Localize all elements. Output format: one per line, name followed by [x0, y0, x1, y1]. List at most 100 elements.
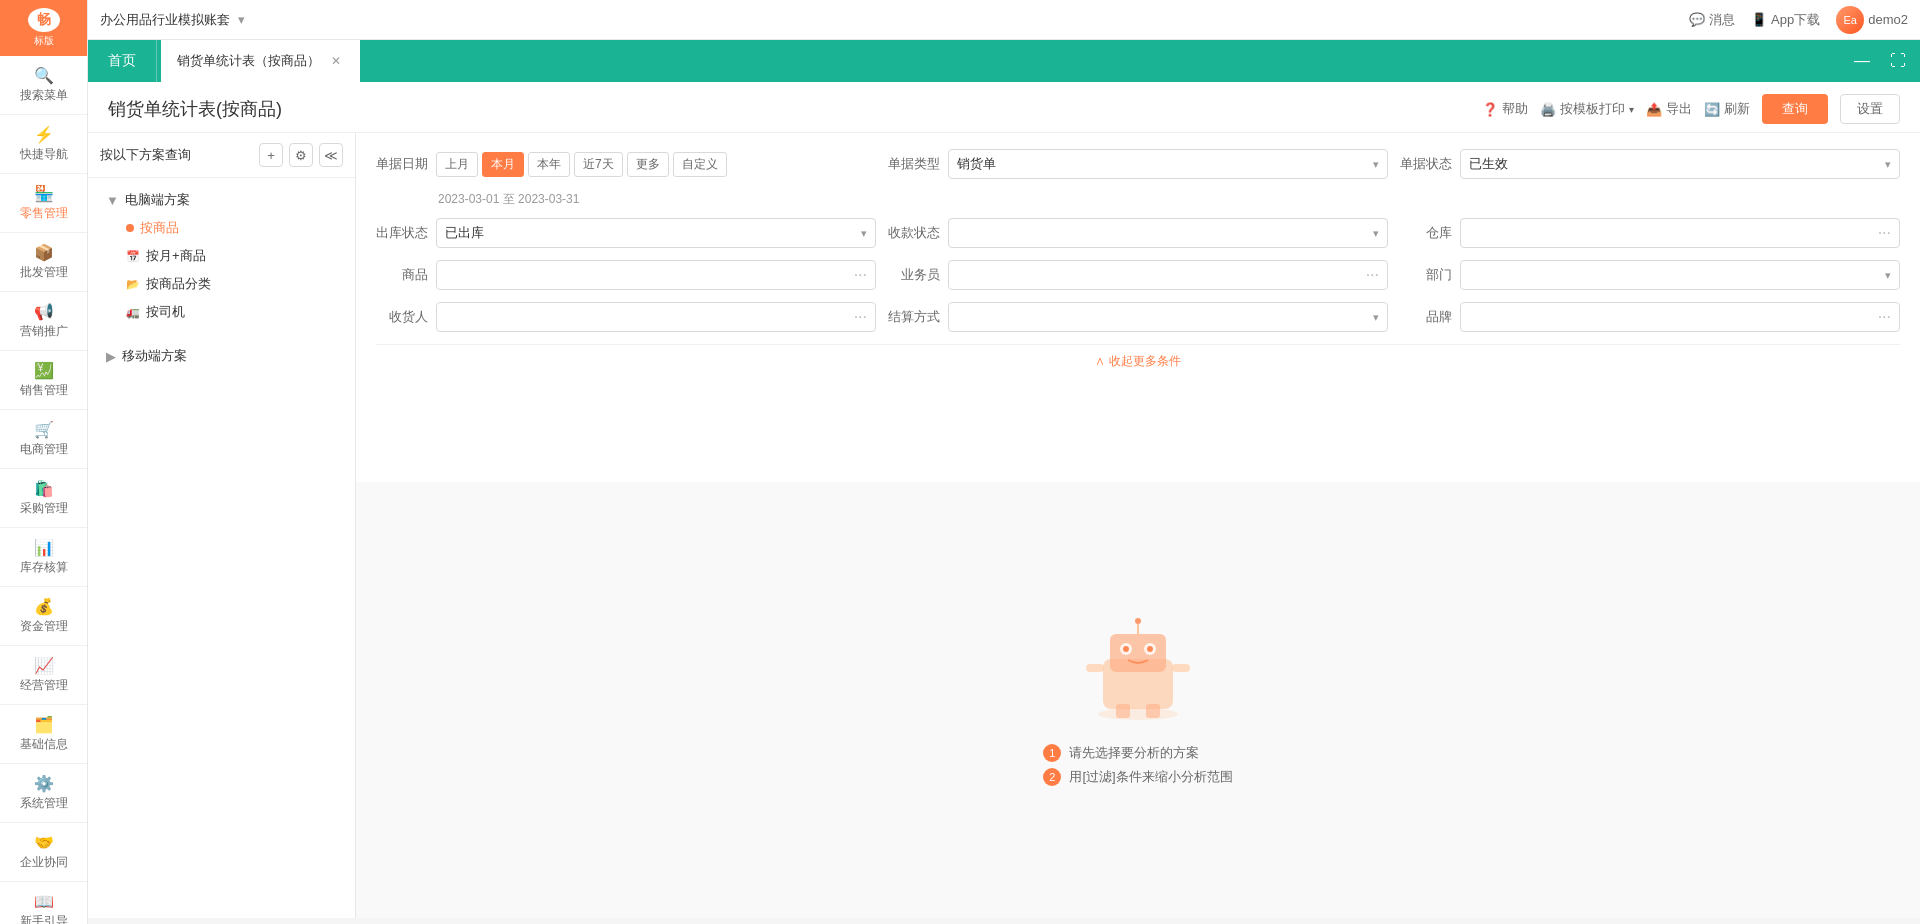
- sidebar-item-marketing[interactable]: 📢 营销推广: [0, 292, 87, 351]
- messages-label: 消息: [1709, 11, 1735, 29]
- export-icon: 📤: [1646, 102, 1662, 117]
- sales-icon: 💹: [4, 361, 83, 380]
- category-icon: 📂: [126, 278, 140, 291]
- help-btn[interactable]: ❓ 帮助: [1482, 100, 1528, 118]
- sidebar-item-finance[interactable]: 💰 资金管理: [0, 587, 87, 646]
- filter-type-select[interactable]: 销货单 ▾: [948, 149, 1388, 179]
- panel-settings-btn[interactable]: ⚙: [289, 143, 313, 167]
- search-icon: 🔍: [4, 66, 83, 85]
- minimize-btn[interactable]: —: [1848, 47, 1876, 75]
- svg-point-8: [1135, 618, 1141, 624]
- filter-payment-method-label: 结算方式: [888, 308, 940, 326]
- refresh-icon: 🔄: [1704, 102, 1720, 117]
- date-btn-thisyear[interactable]: 本年: [528, 152, 570, 177]
- sidebar-item-purchase[interactable]: 🛍️ 采购管理: [0, 469, 87, 528]
- maximize-btn[interactable]: ⛶: [1884, 47, 1912, 75]
- date-btn-7days[interactable]: 近7天: [574, 152, 623, 177]
- date-buttons: 上月 本月 本年 近7天 更多 自定义: [436, 152, 727, 177]
- filter-warehouse-input[interactable]: ···: [1460, 218, 1900, 248]
- operations-icon: 📈: [4, 656, 83, 675]
- date-btn-thismonth[interactable]: 本月: [482, 152, 524, 177]
- tree-item-by-month-product[interactable]: 📅 按月+商品: [120, 242, 343, 270]
- sidebar-item-cooperation[interactable]: 🤝 企业协同: [0, 823, 87, 882]
- filter-row-2: 出库状态 已出库 ▾ 收款状态 ▾ 仓库: [376, 218, 1900, 248]
- user-menu[interactable]: Ea demo2: [1836, 6, 1908, 34]
- tree-section-desktop-label: 电脑端方案: [125, 191, 190, 209]
- settings-btn[interactable]: 设置: [1840, 94, 1900, 124]
- tree-item-by-driver-label: 按司机: [146, 303, 185, 321]
- filter-stock-select[interactable]: 已出库 ▾: [436, 218, 876, 248]
- tab-active[interactable]: 销货单统计表（按商品） ✕: [161, 40, 360, 82]
- filter-dept-select[interactable]: ▾: [1460, 260, 1900, 290]
- date-btn-lastmonth[interactable]: 上月: [436, 152, 478, 177]
- sidebar-item-ecommerce[interactable]: 🛒 电商管理: [0, 410, 87, 469]
- app-download-btn[interactable]: 📱 App下载: [1751, 11, 1820, 29]
- sidebar-item-guide[interactable]: 📖 新手引导: [0, 882, 87, 924]
- guide-icon: 📖: [4, 892, 83, 911]
- tab-close-btn[interactable]: ✕: [328, 53, 344, 69]
- filter-receiver-input[interactable]: ···: [436, 302, 876, 332]
- industry-name: 办公用品行业模拟账套: [100, 11, 230, 29]
- sidebar-item-shortcuts[interactable]: ⚡ 快捷导航: [0, 115, 87, 174]
- tab-home[interactable]: 首页: [88, 40, 157, 82]
- app-logo: 畅 标版: [0, 0, 88, 56]
- svg-rect-10: [1172, 664, 1190, 672]
- sidebar-item-basic-label: 基础信息: [4, 736, 83, 753]
- topbar: 办公用品行业模拟账套 ▾ 💬 消息 📱 App下载 Ea demo2: [88, 0, 1920, 40]
- sidebar-item-wholesale[interactable]: 📦 批发管理: [0, 233, 87, 292]
- tree-section-mobile: ▶ 移动端方案: [88, 334, 355, 378]
- chevron-down-icon-5: ▾: [1885, 269, 1891, 282]
- active-dot: [126, 224, 134, 232]
- filter-goods-input[interactable]: ···: [436, 260, 876, 290]
- filter-status-select[interactable]: 已生效 ▾: [1460, 149, 1900, 179]
- tabbar: 首页 销货单统计表（按商品） ✕ — ⛶: [88, 40, 1920, 82]
- tree-item-by-category[interactable]: 📂 按商品分类: [120, 270, 343, 298]
- messages-btn[interactable]: 💬 消息: [1689, 11, 1735, 29]
- filter-salesman: 业务员 ···: [888, 260, 1388, 290]
- sidebar-item-search[interactable]: 🔍 搜索菜单: [0, 56, 87, 115]
- sidebar-item-sales[interactable]: 💹 销售管理: [0, 351, 87, 410]
- refresh-btn[interactable]: 🔄 刷新: [1704, 100, 1750, 118]
- date-btn-more[interactable]: 更多: [627, 152, 669, 177]
- panel-add-btn[interactable]: +: [259, 143, 283, 167]
- template-print-btn[interactable]: 🖨️ 按模板打印 ▾: [1540, 100, 1634, 118]
- filter-dept: 部门 ▾: [1400, 260, 1900, 290]
- filter-date-label: 单据日期: [376, 155, 428, 173]
- print-icon: 🖨️: [1540, 102, 1556, 117]
- empty-hint-2: 2 用[过滤]条件来缩小分析范围: [1043, 768, 1232, 786]
- tree-item-by-product[interactable]: 按商品: [120, 214, 343, 242]
- print-arrow: ▾: [1629, 104, 1634, 115]
- filter-payment-method-select[interactable]: ▾: [948, 302, 1388, 332]
- tree-section-desktop-header[interactable]: ▼ 电脑端方案: [100, 186, 343, 214]
- sidebar-item-basic[interactable]: 🗂️ 基础信息: [0, 705, 87, 764]
- svg-rect-11: [1116, 704, 1130, 718]
- sidebar-item-search-label: 搜索菜单: [4, 87, 83, 104]
- filter-area: 单据日期 上月 本月 本年 近7天 更多 自定义: [356, 133, 1920, 482]
- gear-icon: ⚙: [295, 148, 307, 163]
- filter-payment-method: 结算方式 ▾: [888, 302, 1388, 332]
- export-btn[interactable]: 📤 导出: [1646, 100, 1692, 118]
- filter-payment-status-select[interactable]: ▾: [948, 218, 1388, 248]
- date-btn-custom[interactable]: 自定义: [673, 152, 727, 177]
- tree-section-mobile-header[interactable]: ▶ 移动端方案: [100, 342, 343, 370]
- sidebar-item-inventory[interactable]: 📊 库存核算: [0, 528, 87, 587]
- sidebar-item-operations[interactable]: 📈 经营管理: [0, 646, 87, 705]
- more-dots-icon-3: ···: [1366, 266, 1379, 284]
- sidebar-item-wholesale-label: 批发管理: [4, 264, 83, 281]
- panel-collapse-btn[interactable]: ≪: [319, 143, 343, 167]
- filter-brand-input[interactable]: ···: [1460, 302, 1900, 332]
- sidebar-item-retail[interactable]: 🏪 零售管理: [0, 174, 87, 233]
- filter-salesman-input[interactable]: ···: [948, 260, 1388, 290]
- chevron-down-icon-4: ▾: [1373, 227, 1379, 240]
- date-range-display: 2023-03-01 至 2023-03-31: [376, 191, 1900, 208]
- collapse-bar[interactable]: ∧ 收起更多条件: [376, 344, 1900, 378]
- filter-warehouse-label: 仓库: [1400, 224, 1452, 242]
- query-btn[interactable]: 查询: [1762, 94, 1828, 124]
- phone-icon: 📱: [1751, 12, 1767, 27]
- tree-item-by-driver[interactable]: 🚛 按司机: [120, 298, 343, 326]
- dropdown-arrow[interactable]: ▾: [238, 12, 245, 27]
- sidebar-item-ecommerce-label: 电商管理: [4, 441, 83, 458]
- filter-payment-status-label: 收款状态: [888, 224, 940, 242]
- help-label: 帮助: [1502, 100, 1528, 118]
- sidebar-item-system[interactable]: ⚙️ 系统管理: [0, 764, 87, 823]
